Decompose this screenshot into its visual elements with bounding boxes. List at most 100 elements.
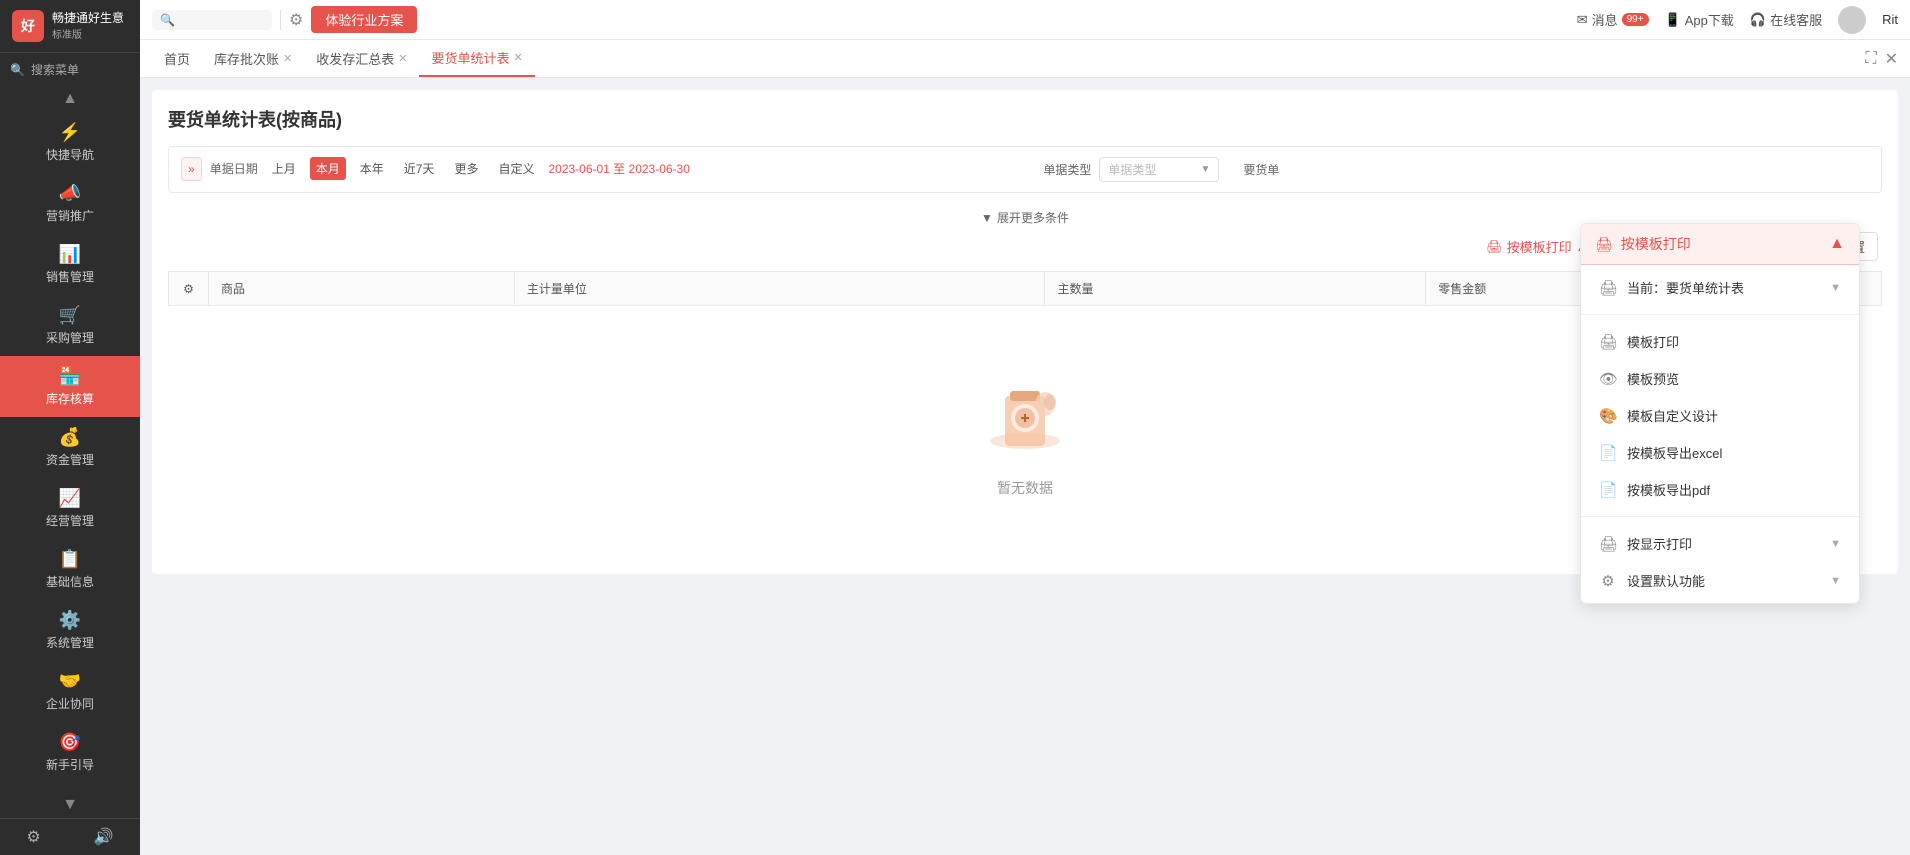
app-download-icon: 📱	[1665, 12, 1681, 28]
tab-inventory-batch[interactable]: 库存批次账 ✕	[202, 41, 304, 76]
dropdown-default-settings[interactable]: ⚙ 设置默认功能 ▼	[1581, 562, 1859, 599]
sidebar-item-sales[interactable]: 📊 销售管理	[0, 234, 140, 295]
tab-close-icon[interactable]: ✕	[1885, 49, 1898, 69]
inventory-icon: 🏪	[59, 366, 81, 387]
sidebar-item-label: 销售管理	[46, 268, 94, 285]
template-preview-label: 模板预览	[1627, 369, 1679, 388]
print-dropdown-close[interactable]: ▲	[1829, 235, 1845, 253]
message-label: 消息	[1592, 10, 1618, 29]
sidebar-bottom: ⚙ 🔊	[0, 818, 140, 855]
date-more-btn[interactable]: 更多	[448, 157, 484, 180]
export-excel-icon: 📄	[1599, 444, 1617, 462]
sidebar-item-operations[interactable]: 📈 经营管理	[0, 478, 140, 539]
print-label: 按模板打印	[1507, 237, 1572, 256]
expand-more-icon: ▼	[981, 211, 993, 225]
tab-collection-summary-label: 收发存汇总表	[316, 49, 394, 68]
sidebar-scroll-down[interactable]: ▼	[0, 792, 140, 818]
tab-order-stats[interactable]: 要货单统计表 ✕	[419, 40, 534, 77]
print-template-btn[interactable]: 🖨 按模板打印 ▲	[1478, 233, 1596, 260]
filter-expand-btn[interactable]: »	[181, 157, 202, 181]
dropdown-divider-1	[1581, 314, 1859, 315]
sidebar-item-basic[interactable]: 📋 基础信息	[0, 539, 140, 600]
tab-collection-summary[interactable]: 收发存汇总表 ✕	[304, 41, 419, 76]
default-settings-label: 设置默认功能	[1627, 571, 1705, 590]
sidebar-item-app-center[interactable]: 📱 应用中心	[0, 783, 140, 792]
type-select[interactable]: 单据类型 ▼	[1099, 157, 1219, 182]
tab-maximize-icon[interactable]: ⛶	[1865, 50, 1876, 68]
empty-text: 暂无数据	[997, 478, 1053, 498]
sidebar-item-enterprise[interactable]: 🤝 企业协同	[0, 661, 140, 722]
sidebar-item-newbie[interactable]: 🎯 新手引导	[0, 722, 140, 783]
quick-nav-icon: ⚡	[59, 122, 81, 143]
filter-section-date: 单据日期 上月 本月 本年 近7天 更多 自定义 2023-06-01 至 20…	[210, 157, 1036, 180]
tab-order-stats-close[interactable]: ✕	[514, 51, 523, 64]
sidebar-scroll-up[interactable]: ▲	[0, 86, 140, 112]
sidebar-item-label: 企业协同	[46, 695, 94, 712]
date-filter-label: 单据日期	[210, 160, 258, 177]
dropdown-current-section: 🖨 当前：要货单统计表 ▼	[1581, 265, 1859, 310]
sidebar-item-finance[interactable]: 💰 资金管理	[0, 417, 140, 478]
service-label: 在线客服	[1770, 10, 1822, 29]
tab-inventory-batch-close[interactable]: ✕	[283, 52, 292, 65]
expand-more-label: 展开更多条件	[997, 209, 1069, 226]
marketing-icon: 📣	[59, 183, 81, 204]
template-custom-label: 模板自定义设计	[1627, 406, 1718, 425]
filter-section-type: 单据类型 单据类型 ▼ 要货单	[1043, 157, 1869, 182]
page-title: 要货单统计表(按商品)	[168, 106, 1882, 132]
app-name: 畅捷通好生意	[52, 11, 124, 27]
export-pdf-icon: 📄	[1599, 481, 1617, 499]
user-avatar[interactable]	[1838, 6, 1866, 34]
sound-icon[interactable]: 🔊	[94, 827, 114, 847]
tab-inventory-batch-label: 库存批次账	[214, 49, 279, 68]
enterprise-icon: 🤝	[59, 671, 81, 692]
dropdown-export-pdf[interactable]: 📄 按模板导出pdf	[1581, 471, 1859, 508]
sidebar-item-marketing[interactable]: 📣 营销推广	[0, 173, 140, 234]
app-download-label: App下载	[1685, 10, 1734, 29]
search-icon: 🔍	[10, 63, 25, 77]
tabs-bar: 首页 库存批次账 ✕ 收发存汇总表 ✕ 要货单统计表 ✕ ⛶ ✕	[140, 40, 1910, 78]
print-dropdown-title-area: 🖨 按模板打印	[1595, 234, 1691, 254]
default-settings-icon: ⚙	[1599, 572, 1617, 590]
message-icon: ✉	[1577, 12, 1588, 28]
date-current-year-btn[interactable]: 本年	[354, 157, 390, 180]
print-dropdown: 🖨 按模板打印 ▲ 🖨 当前：要货单统计表 ▼ 🖨 模板打印	[1580, 223, 1860, 604]
date-last-7-days-btn[interactable]: 近7天	[398, 157, 441, 180]
sidebar-search[interactable]: 🔍 搜索菜单	[0, 53, 140, 86]
topbar-gear-icon[interactable]: ⚙	[289, 10, 303, 30]
dropdown-template-preview[interactable]: 👁 模板预览	[1581, 360, 1859, 397]
type-filter-label: 单据类型	[1043, 161, 1091, 178]
purchase-icon: 🛒	[59, 305, 81, 326]
date-custom-btn[interactable]: 自定义	[492, 157, 540, 180]
topbar-online-service[interactable]: 🎧 在线客服	[1750, 10, 1822, 29]
sidebar-item-label: 快捷导航	[46, 146, 94, 163]
tab-home[interactable]: 首页	[152, 41, 202, 76]
dropdown-template-section: 🖨 模板打印 👁 模板预览 🎨 模板自定义设计 📄 按模板导出excel 📄	[1581, 319, 1859, 512]
sidebar-item-label: 库存核算	[46, 390, 94, 407]
sidebar-item-purchase[interactable]: 🛒 采购管理	[0, 295, 140, 356]
trial-btn[interactable]: 体验行业方案	[311, 6, 417, 33]
sidebar-item-quick-nav[interactable]: ⚡ 快捷导航	[0, 112, 140, 173]
date-prev-month-btn[interactable]: 上月	[266, 157, 302, 180]
topbar: 🔍 ⚙ 体验行业方案 ✉ 消息 99+ 📱 App下载 🎧 在线客服 Rit	[140, 0, 1910, 40]
topbar-message[interactable]: ✉ 消息 99+	[1577, 10, 1649, 29]
template-print-icon: 🖨	[1599, 333, 1617, 351]
template-preview-icon: 👁	[1599, 370, 1617, 388]
col-settings[interactable]: ⚙	[169, 272, 209, 306]
sidebar-item-system[interactable]: ⚙️ 系统管理	[0, 600, 140, 661]
tab-collection-summary-close[interactable]: ✕	[398, 52, 407, 65]
topbar-app-download[interactable]: 📱 App下载	[1665, 10, 1734, 29]
topbar-search[interactable]: 🔍	[152, 10, 272, 30]
finance-icon: 💰	[59, 427, 81, 448]
settings-bottom-icon[interactable]: ⚙	[26, 827, 40, 847]
dropdown-template-print[interactable]: 🖨 模板打印	[1581, 323, 1859, 360]
sidebar-item-inventory[interactable]: 🏪 库存核算	[0, 356, 140, 417]
dropdown-display-print[interactable]: 🖨 按显示打印 ▼	[1581, 525, 1859, 562]
tab-order-stats-label: 要货单统计表	[431, 48, 509, 67]
print-dropdown-header: 🖨 按模板打印 ▲	[1581, 224, 1859, 265]
date-current-month-btn[interactable]: 本月	[310, 157, 346, 180]
dropdown-template-custom[interactable]: 🎨 模板自定义设计	[1581, 397, 1859, 434]
dropdown-export-excel[interactable]: 📄 按模板导出excel	[1581, 434, 1859, 471]
dropdown-current-item[interactable]: 🖨 当前：要货单统计表 ▼	[1581, 269, 1859, 306]
display-print-arrow: ▼	[1830, 538, 1841, 550]
system-icon: ⚙️	[59, 610, 81, 631]
